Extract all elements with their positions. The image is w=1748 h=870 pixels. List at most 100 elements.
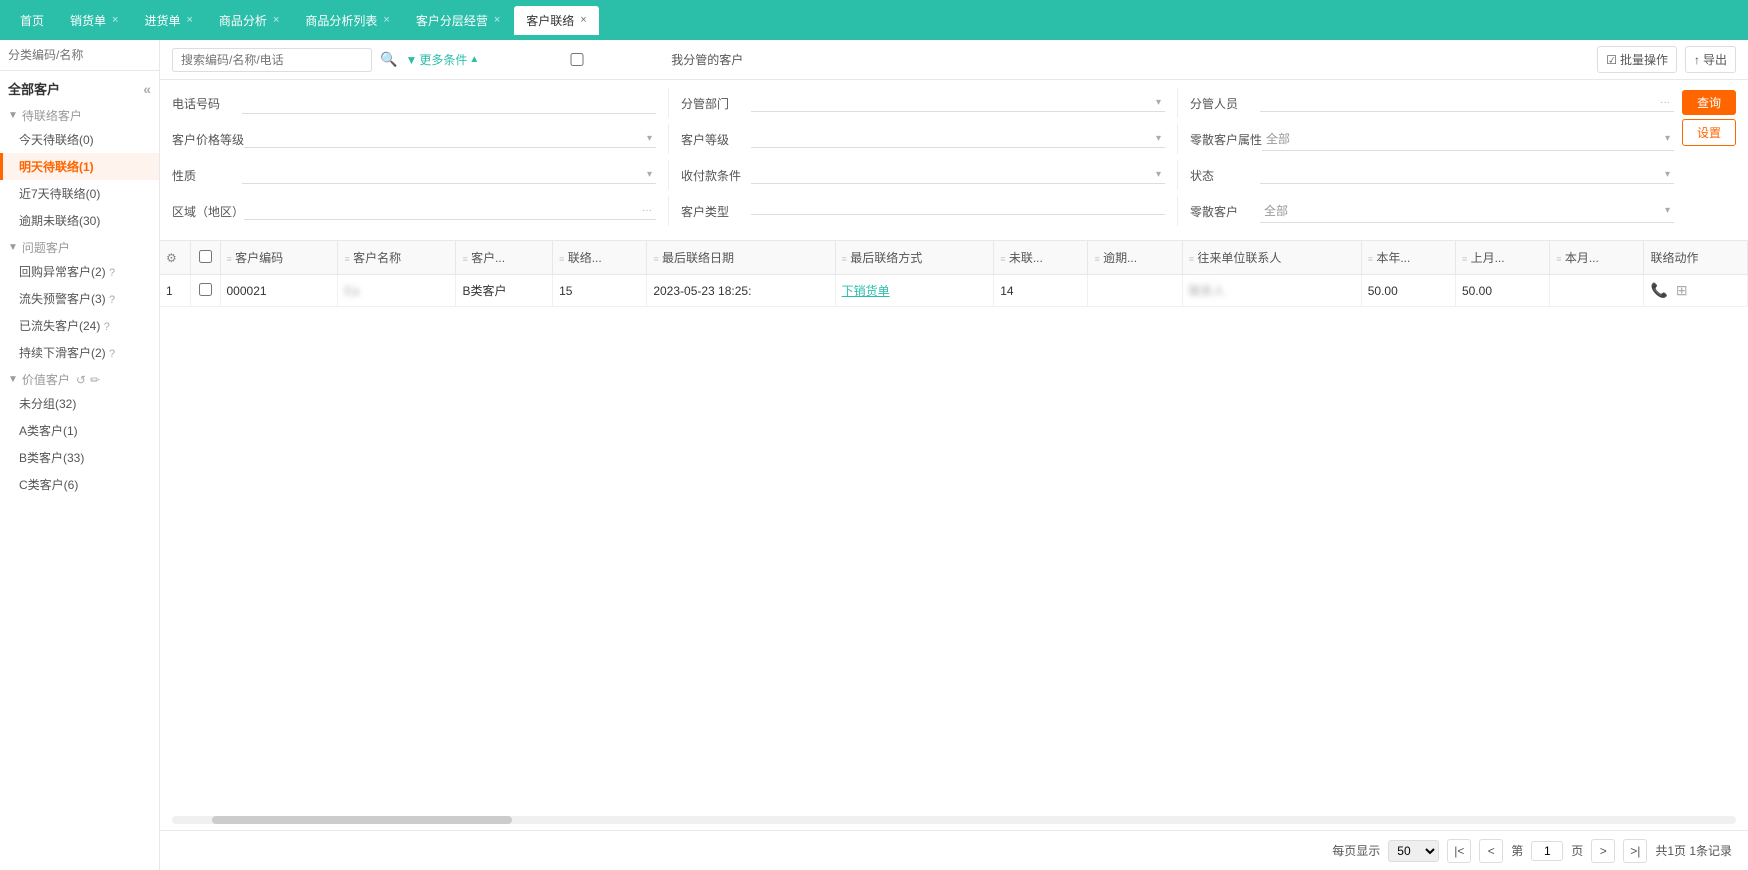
- filter-price-grade: 客户价格等级 ▾: [172, 130, 656, 148]
- reset-button[interactable]: 设置: [1682, 119, 1736, 146]
- refresh-icon[interactable]: ↺: [76, 373, 86, 387]
- search-input[interactable]: [172, 48, 372, 72]
- pagination-bar: 每页显示 50 20 100 |< < 第 页 > >| 共1页 1条记录: [160, 830, 1748, 870]
- filter-dept: 分管部门 ▾: [681, 94, 1165, 112]
- nav-home[interactable]: 首页: [8, 6, 56, 35]
- nav-item-customer-contact[interactable]: 客户联络 ×: [514, 6, 598, 35]
- status-select[interactable]: ▾: [1260, 166, 1674, 184]
- next-page-button[interactable]: >: [1591, 839, 1615, 863]
- more-filters-button[interactable]: ▼ 更多条件 ▲: [405, 51, 479, 68]
- edit-icon[interactable]: ✏: [90, 373, 100, 387]
- col-header-contact-count: ≡ 联络...: [553, 241, 647, 275]
- sidebar-item-declining[interactable]: 持续下滑客户(2) ?: [0, 339, 159, 366]
- filter-container: 电话号码 分管部门 ▾ 分管人员: [172, 88, 1736, 232]
- sidebar-item-a-class[interactable]: A类客户(1): [0, 417, 159, 444]
- sidebar-item-c-class[interactable]: C类客户(6): [0, 471, 159, 498]
- region-select[interactable]: ···: [244, 202, 656, 220]
- sidebar-item-churned[interactable]: 已流失客户(24) ?: [0, 312, 159, 339]
- row-checkbox[interactable]: [199, 283, 212, 296]
- phone-input[interactable]: [242, 93, 656, 114]
- filter-action-buttons: 查询 设置: [1682, 88, 1736, 146]
- filter-gender: 性质 ▾: [172, 166, 656, 184]
- horizontal-scrollbar[interactable]: [172, 816, 1736, 824]
- customer-name-text: Ea: [344, 284, 359, 298]
- action-icons-container: 📞 ⊞: [1650, 282, 1741, 299]
- my-customers-checkbox[interactable]: [487, 53, 667, 66]
- divider: [1177, 124, 1178, 154]
- export-button[interactable]: ↑ 导出: [1685, 46, 1736, 73]
- chevron-down-icon: ▾: [1665, 169, 1670, 180]
- page-number-input[interactable]: [1531, 841, 1563, 861]
- main-layout: 🔍 全部客户 « ▼ 待联络客户 今天待联络(0) 明天待联络(1) 近7天待联…: [0, 40, 1748, 870]
- sidebar-item-overdue-pending[interactable]: 逾期未联络(30): [0, 207, 159, 234]
- first-page-button[interactable]: |<: [1447, 839, 1471, 863]
- sidebar-item-week-pending[interactable]: 近7天待联络(0): [0, 180, 159, 207]
- last-page-icon: >|: [1630, 844, 1640, 858]
- sort-icon: ≡: [462, 254, 467, 264]
- gender-select[interactable]: ▾: [242, 166, 656, 184]
- close-icon[interactable]: ×: [580, 14, 586, 26]
- payment-select[interactable]: ▾: [751, 166, 1165, 184]
- settings-column-header[interactable]: ⚙: [160, 241, 190, 275]
- col-header-actions: 联络动作: [1644, 241, 1748, 275]
- sidebar-item-churn-warning[interactable]: 流失预警客户(3) ?: [0, 285, 159, 312]
- this-year-cell: 50.00: [1361, 275, 1455, 307]
- retail-attr-select[interactable]: 全部 ▾: [1262, 127, 1674, 151]
- col-header-this-month: ≡ 本月...: [1550, 241, 1644, 275]
- last-contact-date-cell: 2023-05-23 18:25:: [647, 275, 835, 307]
- nav-item-analysis[interactable]: 商品分析 ×: [207, 6, 291, 35]
- phone-action-icon[interactable]: 📞: [1650, 282, 1667, 299]
- price-grade-select[interactable]: ▾: [244, 130, 656, 148]
- grid-action-icon[interactable]: ⊞: [1676, 282, 1688, 299]
- customer-grade-select[interactable]: ▾: [751, 130, 1165, 148]
- col-header-contact-person: ≡ 往来单位联系人: [1182, 241, 1361, 275]
- sidebar-item-ungrouped[interactable]: 未分组(32): [0, 390, 159, 417]
- col-header-code: ≡ 客户编码: [220, 241, 338, 275]
- sidebar-item-b-class[interactable]: B类客户(33): [0, 444, 159, 471]
- actions-cell: 📞 ⊞: [1644, 275, 1748, 307]
- col-header-this-year: ≡ 本年...: [1361, 241, 1455, 275]
- prev-page-button[interactable]: <: [1479, 839, 1503, 863]
- sidebar-item-tomorrow-pending[interactable]: 明天待联络(1): [0, 153, 159, 180]
- query-button[interactable]: 查询: [1682, 90, 1736, 115]
- nav-item-analysis-list[interactable]: 商品分析列表 ×: [293, 6, 401, 35]
- filter-retail-attr: 零散客户属性 全部 ▾: [1190, 127, 1674, 151]
- divider: [1177, 88, 1178, 118]
- last-contact-method-cell[interactable]: 下销货单: [835, 275, 994, 307]
- manager-select[interactable]: ···: [1260, 94, 1674, 112]
- col-header-uncontacted: ≡ 未联...: [994, 241, 1088, 275]
- batch-op-button[interactable]: ☑ 批量操作: [1597, 46, 1677, 73]
- nav-item-sales[interactable]: 销货单 ×: [58, 6, 130, 35]
- col-header-type: ≡ 客户...: [456, 241, 553, 275]
- contact-method-link[interactable]: 下销货单: [842, 284, 890, 298]
- page-size-select[interactable]: 50 20 100: [1388, 840, 1439, 862]
- retail-customer-select[interactable]: 全部 ▾: [1260, 199, 1674, 223]
- sidebar-item-today-pending[interactable]: 今天待联络(0): [0, 126, 159, 153]
- customer-type-select[interactable]: [751, 208, 1165, 215]
- last-page-button[interactable]: >|: [1623, 839, 1647, 863]
- nav-item-purchase[interactable]: 进货单 ×: [132, 6, 204, 35]
- scrollbar-thumb[interactable]: [212, 816, 512, 824]
- search-button[interactable]: 🔍: [380, 51, 397, 68]
- chevron-up-icon: ▲: [469, 54, 479, 65]
- sidebar-search-input[interactable]: [8, 48, 160, 62]
- select-all-checkbox[interactable]: [199, 250, 212, 263]
- filter-customer-grade: 客户等级 ▾: [681, 130, 1165, 148]
- dept-select[interactable]: ▾: [751, 94, 1165, 112]
- close-icon[interactable]: ×: [494, 14, 500, 26]
- close-icon[interactable]: ×: [273, 14, 279, 26]
- filter-row-2: 客户价格等级 ▾ 客户等级 ▾: [172, 124, 1674, 154]
- close-icon[interactable]: ×: [383, 14, 389, 26]
- collapse-icon[interactable]: «: [143, 81, 151, 97]
- sidebar: 🔍 全部客户 « ▼ 待联络客户 今天待联络(0) 明天待联络(1) 近7天待联…: [0, 40, 160, 870]
- close-icon[interactable]: ×: [112, 14, 118, 26]
- filter-phone: 电话号码: [172, 93, 656, 114]
- close-icon[interactable]: ×: [186, 14, 192, 26]
- col-header-last-month: ≡ 上月...: [1455, 241, 1549, 275]
- divider: [668, 196, 669, 226]
- sidebar-item-repurchase-abnormal[interactable]: 回购异常客户(2) ?: [0, 258, 159, 285]
- filter-bar: 🔍 ▼ 更多条件 ▲ 我分管的客户 ☑ 批量操作 ↑ 导出: [160, 40, 1748, 80]
- filter-row-3: 性质 ▾ 收付款条件 ▾: [172, 160, 1674, 190]
- my-customers-checkbox-label[interactable]: 我分管的客户: [487, 51, 743, 68]
- nav-item-customer-tier[interactable]: 客户分层经营 ×: [404, 6, 512, 35]
